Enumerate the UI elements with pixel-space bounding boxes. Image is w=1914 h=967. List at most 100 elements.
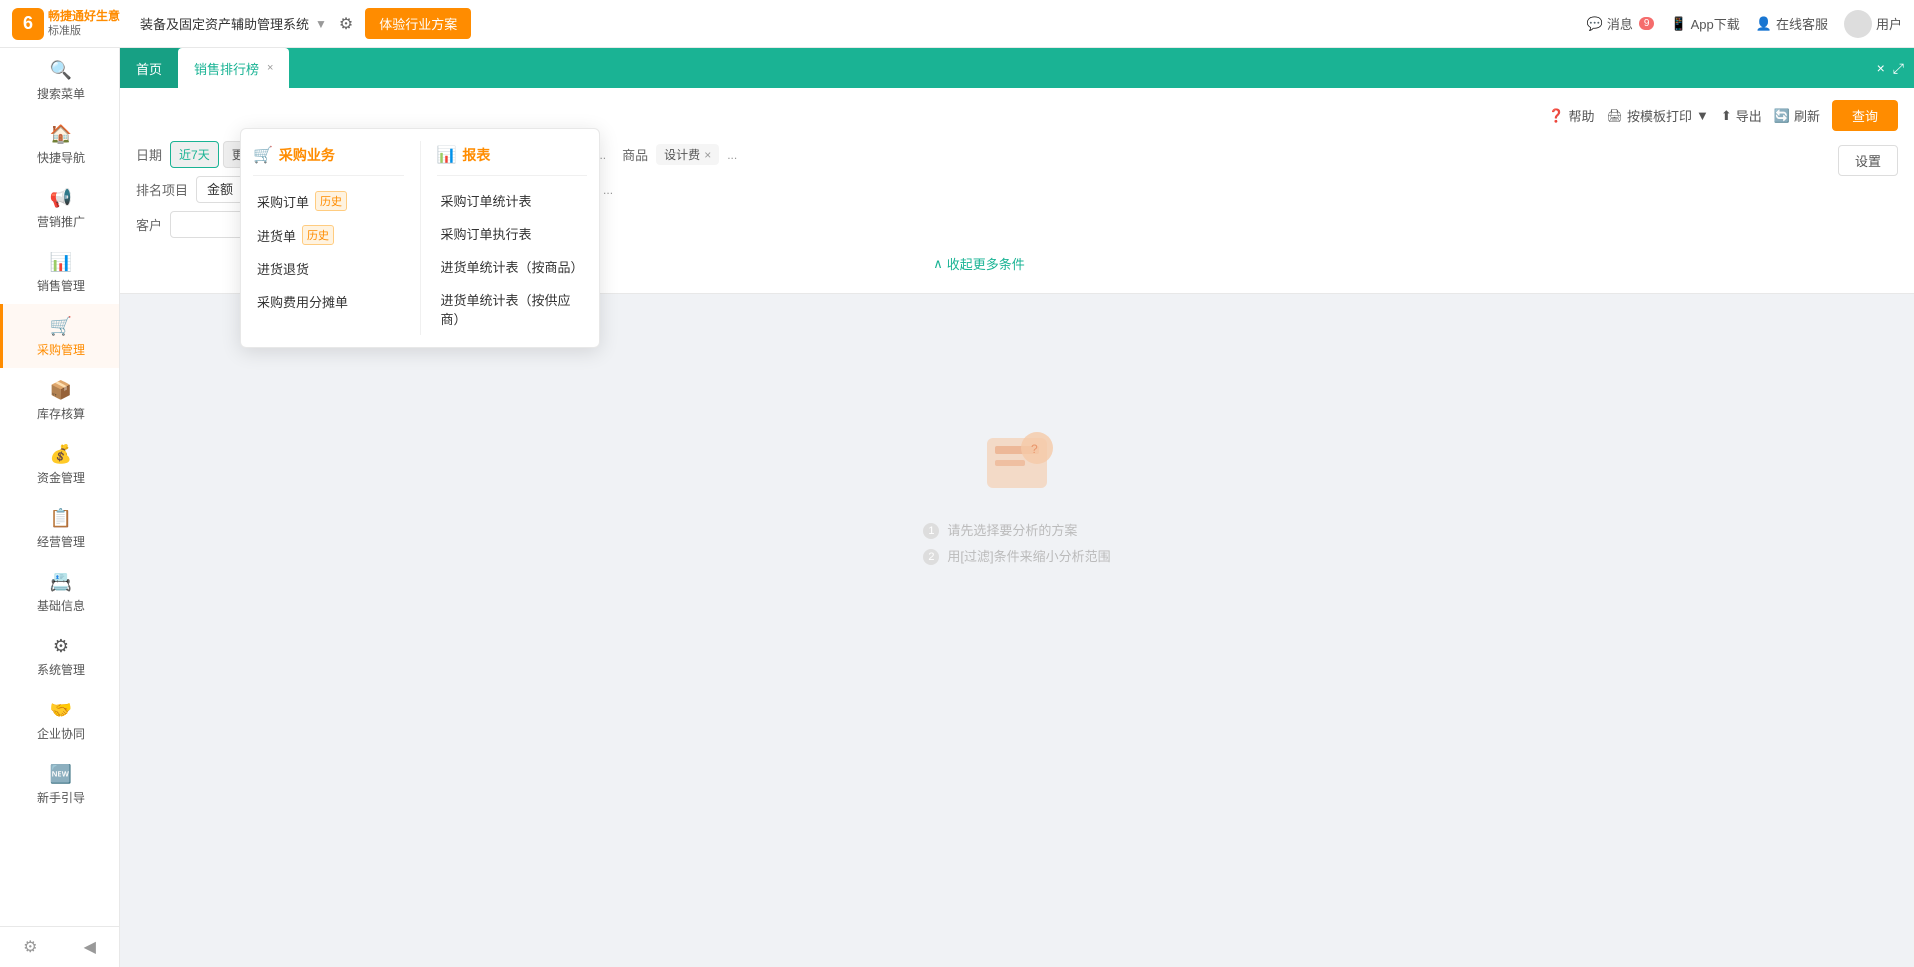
filter-goods: 商品 设计费 × ... [622,144,737,165]
empty-text: 1 请先选择要分析的方案 2 用[过滤]条件来缩小分析范围 [923,518,1110,570]
help-btn[interactable]: ❓ 帮助 [1548,106,1594,125]
inventory-icon: 📦 [50,380,72,401]
goods-more[interactable]: ... [727,148,737,162]
collapse-label: 收起更多条件 [947,254,1025,273]
app-download-label: App下载 [1691,14,1740,33]
set-btn[interactable]: 设置 [1838,145,1898,176]
export-icon: ⬆ [1721,108,1732,124]
sidebar-item-inventory[interactable]: 📦 库存核算 [0,368,119,432]
svg-text:?: ? [1031,442,1038,456]
dropdown-item-purchase-order[interactable]: 采购订单 历史 [253,184,404,218]
logo-area: 6 畅捷通好生意 标准版 [12,8,132,40]
dropdown-item-incoming-supplier[interactable]: 进货单统计表（按供应商） [437,283,588,335]
dropdown-item-return[interactable]: 进货退货 [253,252,404,285]
logo-icon: 6 [12,8,44,40]
sidebar-item-sales[interactable]: 📊 销售管理 [0,240,119,304]
basic-info-icon: 📇 [50,572,72,593]
tab-home[interactable]: 首页 [120,48,178,88]
sidebar-item-operations-label: 经营管理 [37,533,85,550]
dropdown-item-expense[interactable]: 采购费用分摊单 [253,285,404,318]
user-btn[interactable]: 用户 [1844,10,1902,38]
sidebar-item-guide[interactable]: 🆕 新手引导 [0,752,119,816]
purchase-order-label: 采购订单 [257,192,309,211]
logo-line1: 畅捷通好生意 [48,9,120,25]
guide-icon: 🆕 [50,764,72,785]
sidebar-item-basic-info[interactable]: 📇 基础信息 [0,560,119,624]
tab-close-icon[interactable]: × [267,62,273,74]
messages-label: 消息 [1607,14,1633,33]
settings-gear-icon[interactable]: ⚙ [339,14,353,34]
search-icon: 🔍 [50,60,72,81]
sidebar-item-marketing-label: 营销推广 [37,213,85,230]
sidebar-item-purchase[interactable]: 🛒 采购管理 [0,304,119,368]
sidebar: 🔍 搜索菜单 🏠 快捷导航 📢 营销推广 📊 销售管理 🛒 采购管理 📦 [0,48,120,967]
dropdown-item-order-exec[interactable]: 采购订单执行表 [437,217,588,250]
dropdown-report-col: 📊 报表 采购订单统计表 采购订单执行表 进货单统计表（按商品） [425,141,600,335]
sidebar-item-cooperation[interactable]: 🤝 企业协同 [0,688,119,752]
phone-icon: 📱 [1670,16,1686,32]
sidebar-item-sales-label: 销售管理 [37,277,85,294]
tab-sales-rank[interactable]: 销售排行榜 × [178,48,289,88]
help-label: 帮助 [1568,106,1594,125]
dropdown-item-incoming-goods[interactable]: 进货单统计表（按商品） [437,250,588,283]
print-dropdown-icon: ▼ [1696,108,1709,123]
purchase-icon: 🛒 [50,316,72,337]
empty-step-1: 1 请先选择要分析的方案 [923,518,1110,544]
goods-label: 商品 [622,145,648,164]
print-btn[interactable]: 🖨 按模板打印 ▼ [1606,106,1708,125]
print-label: 按模板打印 [1627,106,1692,125]
online-service-btn[interactable]: 👤 在线客服 [1756,14,1828,33]
window-close-icon[interactable]: × [1877,60,1885,76]
sidebar-item-operations[interactable]: 📋 经营管理 [0,496,119,560]
return-label: 进货退货 [257,259,309,278]
main-area: 🔍 搜索菜单 🏠 快捷导航 📢 营销推广 📊 销售管理 🛒 采购管理 📦 [0,48,1914,967]
dropdown-item-incoming[interactable]: 进货单 历史 [253,218,404,252]
empty-step-2: 2 用[过滤]条件来缩小分析范围 [923,544,1110,570]
dropdown-item-order-stats[interactable]: 采购订单统计表 [437,184,588,217]
sidebar-item-marketing[interactable]: 📢 营销推广 [0,176,119,240]
messages-badge: 9 [1639,17,1655,30]
date-filter-label: 日期 [136,145,162,164]
marketing-icon: 📢 [50,188,72,209]
export-btn[interactable]: ⬆ 导出 [1721,106,1762,125]
sidebar-collapse-icon[interactable]: ◀ [84,937,96,957]
incoming-hist-tag: 历史 [302,225,334,245]
collapse-icon: ∧ [933,256,943,272]
app-download-btn[interactable]: 📱 App下载 [1670,14,1739,33]
system-dropdown-icon[interactable]: ▼ [315,17,327,31]
salesman-more[interactable]: ... [603,183,613,197]
sidebar-item-search[interactable]: 🔍 搜索菜单 [0,48,119,112]
sidebar-item-inventory-label: 库存核算 [37,405,85,422]
print-icon: 🖨 [1606,108,1623,124]
cooperation-icon: 🤝 [50,700,72,721]
sidebar-item-quick-nav[interactable]: 🏠 快捷导航 [0,112,119,176]
avatar [1844,10,1872,38]
help-icon: ❓ [1548,108,1564,124]
query-btn[interactable]: 查询 [1832,100,1898,131]
empty-state: ? 1 请先选择要分析的方案 2 用[过滤]条件来缩小分析范围 [120,294,1914,694]
messages-btn[interactable]: 💬 消息 9 [1587,14,1655,33]
goods-tag-close[interactable]: × [704,148,711,162]
dropdown-divider [420,141,421,335]
order-exec-label: 采购订单执行表 [441,224,532,243]
sidebar-item-finance[interactable]: 💰 资金管理 [0,432,119,496]
sidebar-item-system[interactable]: ⚙ 系统管理 [0,624,119,688]
refresh-btn[interactable]: 🔄 刷新 [1774,106,1820,125]
dropdown-purchase-col: 🛒 采购业务 采购订单 历史 进货单 历史 进货退货 [241,141,416,335]
operations-icon: 📋 [50,508,72,529]
sidebar-item-purchase-label: 采购管理 [37,341,85,358]
sidebar-item-finance-label: 资金管理 [37,469,85,486]
date-7days-btn[interactable]: 近7天 [170,141,219,168]
customer-label: 客户 [136,215,162,234]
expense-label: 采购费用分摊单 [257,292,348,311]
rank-item-label: 排名项目 [136,180,188,199]
step-1-num: 1 [923,523,939,539]
sidebar-item-guide-label: 新手引导 [37,789,85,806]
tab-bar: 首页 销售排行榜 × × ⤢ [120,48,1914,88]
industry-btn[interactable]: 体验行业方案 [365,8,471,39]
window-expand-icon[interactable]: ⤢ [1893,60,1904,77]
user-label: 用户 [1876,14,1902,33]
page-content: 🛒 采购业务 采购订单 历史 进货单 历史 进货退货 [120,88,1914,967]
sidebar-settings-icon[interactable]: ⚙ [23,937,37,957]
top-bar-right: 💬 消息 9 📱 App下载 👤 在线客服 用户 [1587,10,1902,38]
